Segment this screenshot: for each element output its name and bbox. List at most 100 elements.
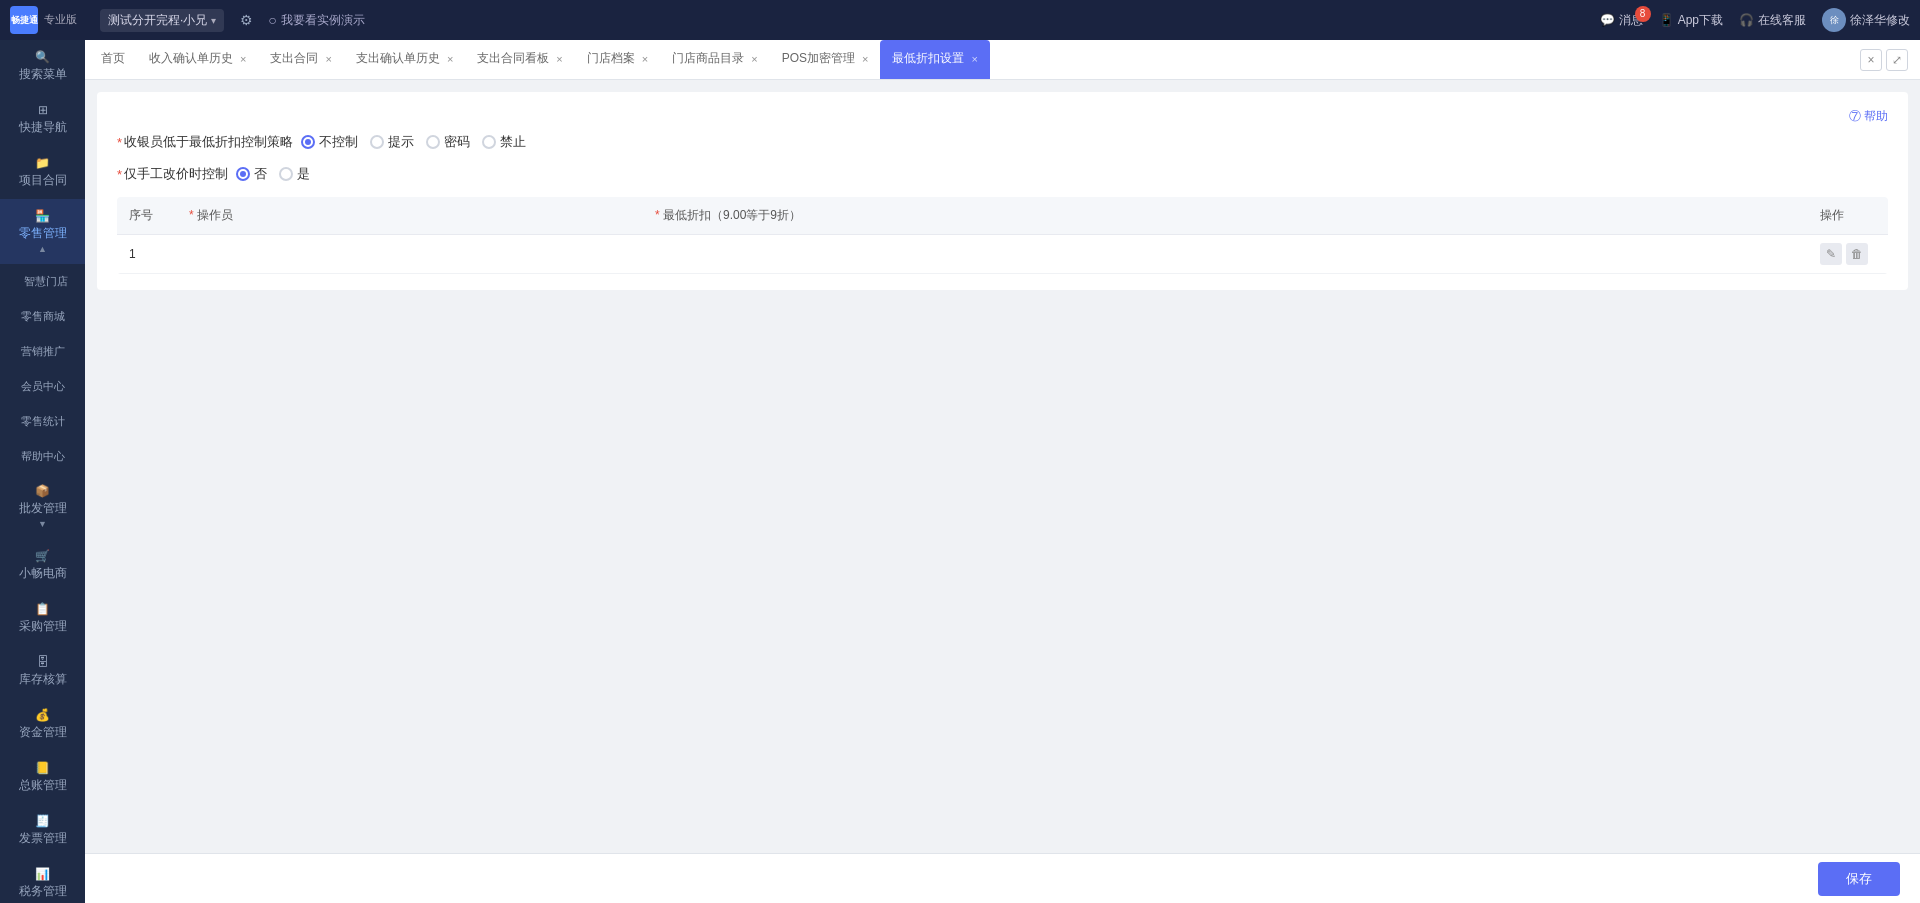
chevron-down-icon: ▾ bbox=[211, 15, 216, 26]
table-header-row: 序号 * 操作员 * 最低折扣（9.00等于9折） bbox=[117, 197, 1888, 235]
sidebar-label-retail-stat: 零售统计 bbox=[21, 414, 65, 429]
tab-store-file-label: 门店档案 bbox=[587, 50, 635, 67]
sidebar-label-search: 搜索菜单 bbox=[19, 66, 67, 83]
sidebar-item-purchase[interactable]: 📋 采购管理 bbox=[0, 592, 85, 645]
radio-forbid[interactable]: 禁止 bbox=[482, 133, 526, 151]
sidebar-item-retail-stat[interactable]: 零售统计 bbox=[0, 404, 85, 439]
user-btn[interactable]: 徐 徐泽华修改 bbox=[1822, 8, 1910, 32]
store-icon: 🏪 bbox=[35, 209, 50, 223]
save-button[interactable]: 保存 bbox=[1818, 862, 1900, 896]
content-area: 首页 收入确认单历史 × 支出合同 × 支出确认单历史 × 支出合同看板 × 门… bbox=[85, 40, 1920, 903]
grid-icon: ⊞ bbox=[38, 103, 48, 117]
tab-pay-contract-board[interactable]: 支出合同看板 × bbox=[465, 40, 574, 79]
project-name: 测试分开完程·小兄 bbox=[108, 12, 207, 29]
message-badge: 8 bbox=[1635, 6, 1651, 22]
tab-maximize-btn[interactable]: ⤢ bbox=[1886, 49, 1908, 71]
tab-income-history-close[interactable]: × bbox=[240, 53, 246, 65]
tab-pos-password-close[interactable]: × bbox=[862, 53, 868, 65]
tab-min-discount[interactable]: 最低折扣设置 × bbox=[880, 40, 989, 79]
sidebar-item-member[interactable]: 会员中心 bbox=[0, 369, 85, 404]
radio-no-control[interactable]: 不控制 bbox=[301, 133, 358, 151]
discount-table-container: 序号 * 操作员 * 最低折扣（9.00等于9折） bbox=[117, 197, 1888, 274]
tab-min-discount-label: 最低折扣设置 bbox=[892, 50, 964, 67]
sidebar-item-inventory[interactable]: 🗄 库存核算 bbox=[0, 645, 85, 698]
sidebar-label-online-store: 零售商城 bbox=[21, 309, 65, 324]
sidebar-item-retail[interactable]: 🏪 零售管理 ▲ bbox=[0, 199, 85, 264]
message-icon: 💬 bbox=[1600, 13, 1615, 27]
sidebar: 🔍 搜索菜单 ⊞ 快捷导航 📁 项目合同 🏪 零售管理 ▲ 智慧门店 零售商城 … bbox=[0, 40, 85, 903]
sidebar-item-marketing[interactable]: 营销推广 bbox=[0, 334, 85, 369]
inventory-icon: 🗄 bbox=[37, 655, 49, 669]
tab-pay-contract-board-label: 支出合同看板 bbox=[477, 50, 549, 67]
sidebar-item-ecommerce[interactable]: 🛒 小畅电商 bbox=[0, 539, 85, 592]
demo-link[interactable]: 我要看实例演示 bbox=[268, 12, 364, 29]
sidebar-label-help: 帮助中心 bbox=[21, 449, 65, 464]
delete-btn[interactable]: 🗑 bbox=[1846, 243, 1868, 265]
customer-service-btn[interactable]: 🎧 在线客服 bbox=[1739, 12, 1806, 29]
sidebar-item-finance[interactable]: 💰 资金管理 bbox=[0, 698, 85, 751]
sidebar-item-tax[interactable]: 📊 税务管理 bbox=[0, 857, 85, 903]
tab-close-btn[interactable]: × bbox=[1860, 49, 1882, 71]
sidebar-label-invoice: 发票管理 bbox=[19, 830, 67, 847]
tab-store-file-close[interactable]: × bbox=[642, 53, 648, 65]
sidebar-label-ecommerce: 小畅电商 bbox=[19, 565, 67, 582]
radio-yes[interactable]: 是 bbox=[279, 165, 310, 183]
bottom-bar: 保存 bbox=[85, 853, 1920, 903]
manual-price-row: * 仅手工改价时控制 否 是 bbox=[117, 165, 1888, 183]
sidebar-item-project[interactable]: 📁 项目合同 bbox=[0, 146, 85, 199]
search-icon: 🔍 bbox=[35, 50, 50, 64]
sidebar-item-ledger[interactable]: 📒 总账管理 bbox=[0, 751, 85, 804]
sidebar-item-smart-store[interactable]: 智慧门店 bbox=[0, 264, 85, 299]
app-download-btn[interactable]: 📱 App下载 bbox=[1659, 12, 1723, 29]
radio-remind-dot bbox=[370, 135, 384, 149]
tab-pay-confirm-history-close[interactable]: × bbox=[447, 53, 453, 65]
sidebar-item-wholesale[interactable]: 📦 批发管理 ▼ bbox=[0, 474, 85, 539]
sidebar-item-help[interactable]: 帮助中心 bbox=[0, 439, 85, 474]
col-header-operator: * 操作员 bbox=[177, 197, 643, 235]
cell-discount bbox=[643, 235, 1808, 274]
tab-store-products[interactable]: 门店商品目录 × bbox=[660, 40, 769, 79]
download-icon: 📱 bbox=[1659, 13, 1674, 27]
cashier-policy-label: * 收银员低于最低折扣控制策略 bbox=[117, 133, 293, 151]
radio-no[interactable]: 否 bbox=[236, 165, 267, 183]
tab-store-file[interactable]: 门店档案 × bbox=[575, 40, 660, 79]
sidebar-item-invoice[interactable]: 🧾 发票管理 bbox=[0, 804, 85, 857]
tab-pos-password[interactable]: POS加密管理 × bbox=[770, 40, 881, 79]
sidebar-item-online-store[interactable]: 零售商城 bbox=[0, 299, 85, 334]
radio-remind[interactable]: 提示 bbox=[370, 133, 414, 151]
radio-forbid-dot bbox=[482, 135, 496, 149]
tab-pay-contract-board-close[interactable]: × bbox=[556, 53, 562, 65]
discount-table: 序号 * 操作员 * 最低折扣（9.00等于9折） bbox=[117, 197, 1888, 274]
tab-store-products-close[interactable]: × bbox=[751, 53, 757, 65]
required-mark2: * bbox=[117, 167, 122, 182]
sidebar-label-shortcut: 快捷导航 bbox=[19, 119, 67, 136]
headset-icon: 🎧 bbox=[1739, 13, 1754, 27]
radio-password[interactable]: 密码 bbox=[426, 133, 470, 151]
tab-min-discount-close[interactable]: × bbox=[971, 53, 977, 65]
tab-home[interactable]: 首页 bbox=[89, 40, 137, 79]
sidebar-item-shortcut[interactable]: ⊞ 快捷导航 bbox=[0, 93, 85, 146]
help-btn[interactable]: ⑦ 帮助 bbox=[1849, 108, 1888, 125]
tab-pay-contract-close[interactable]: × bbox=[325, 53, 331, 65]
cell-action: ✎ 🗑 bbox=[1808, 235, 1888, 274]
sidebar-label-marketing: 营销推广 bbox=[21, 344, 65, 359]
message-btn[interactable]: 💬 消息 8 bbox=[1600, 12, 1643, 29]
col-header-discount: * 最低折扣（9.00等于9折） bbox=[643, 197, 1808, 235]
sidebar-label-inventory: 库存核算 bbox=[19, 671, 67, 688]
project-selector[interactable]: 测试分开完程·小兄 ▾ bbox=[100, 9, 224, 32]
sidebar-label-wholesale: 批发管理 bbox=[19, 500, 67, 517]
customer-service-label: 在线客服 bbox=[1758, 12, 1806, 29]
sidebar-label-tax: 税务管理 bbox=[19, 883, 67, 900]
edit-btn[interactable]: ✎ bbox=[1820, 243, 1842, 265]
tab-income-history[interactable]: 收入确认单历史 × bbox=[137, 40, 258, 79]
tab-pay-contract[interactable]: 支出合同 × bbox=[258, 40, 343, 79]
sidebar-item-search[interactable]: 🔍 搜索菜单 bbox=[0, 40, 85, 93]
logo-text: 专业版 bbox=[44, 13, 77, 26]
logo-area: 畅捷通 专业版 bbox=[10, 6, 90, 34]
sidebar-label-purchase: 采购管理 bbox=[19, 618, 67, 635]
tab-pay-confirm-history[interactable]: 支出确认单历史 × bbox=[344, 40, 465, 79]
tab-pay-contract-label: 支出合同 bbox=[270, 50, 318, 67]
cashier-policy-row: * 收银员低于最低折扣控制策略 不控制 提示 bbox=[117, 133, 1888, 151]
settings-icon[interactable]: ⚙ bbox=[234, 8, 258, 32]
radio-no-control-dot bbox=[301, 135, 315, 149]
